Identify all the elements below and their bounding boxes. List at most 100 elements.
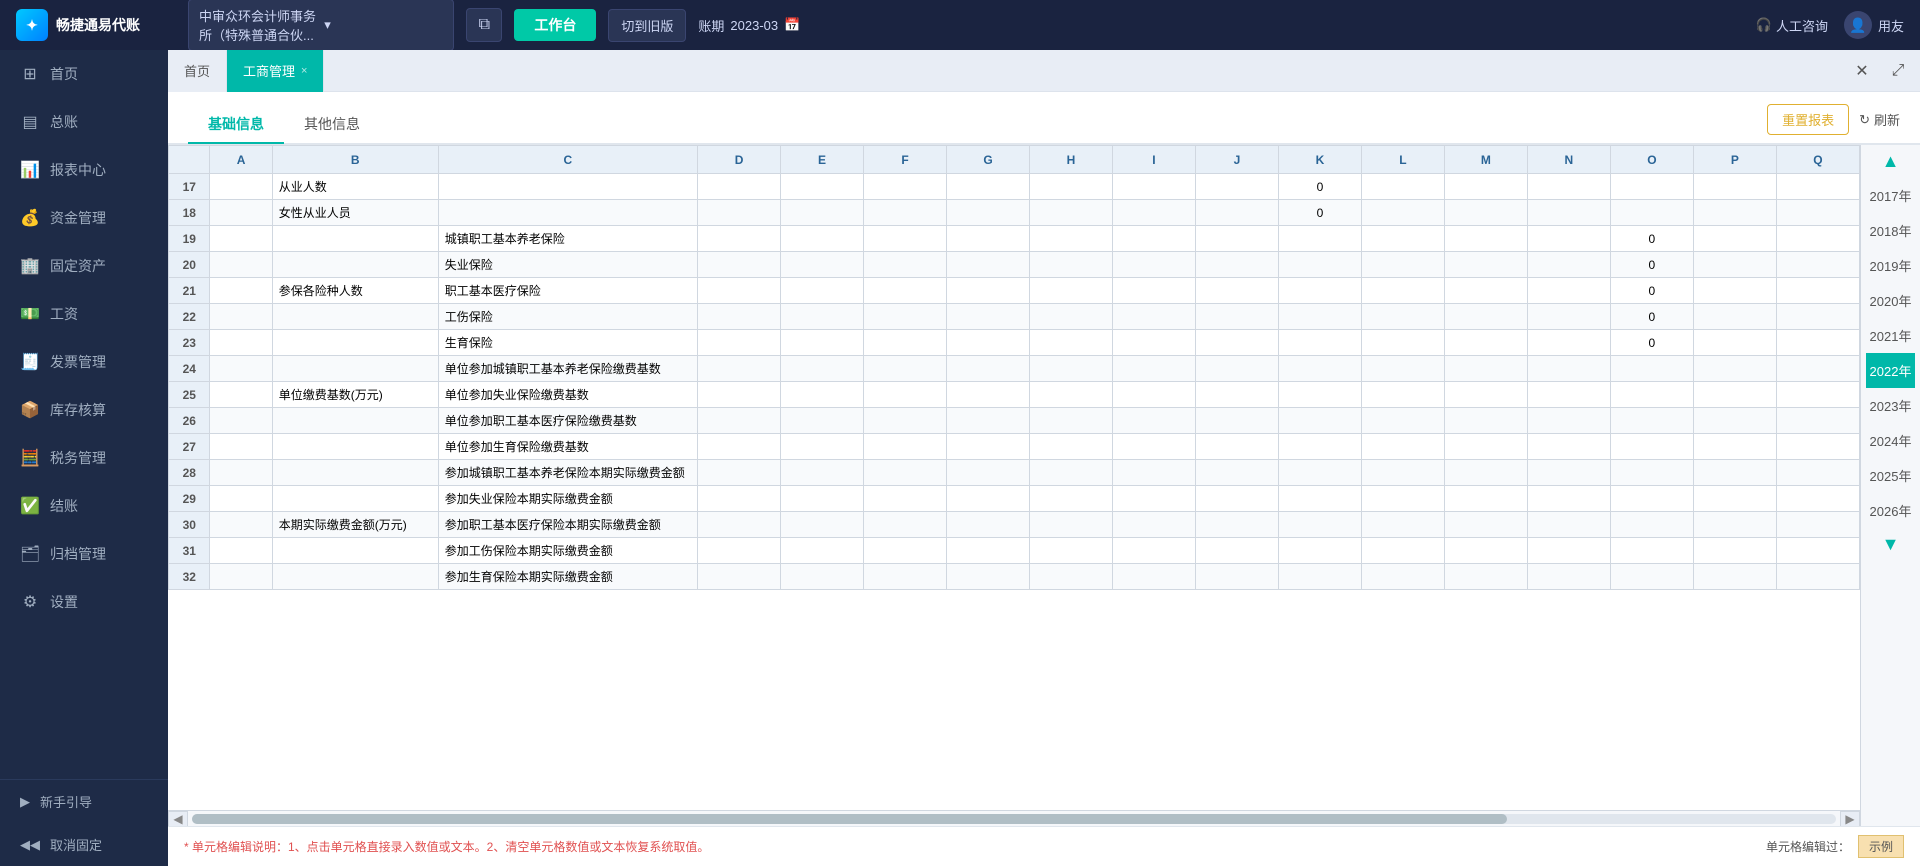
cell-20-C[interactable]: 失业保险 xyxy=(438,252,697,278)
cell-23-K[interactable] xyxy=(1278,330,1361,356)
cell-30-K[interactable] xyxy=(1278,512,1361,538)
cell-23-G[interactable] xyxy=(947,330,1030,356)
cell-28-A[interactable] xyxy=(210,460,272,486)
sidebar-item-closing[interactable]: ✅ 结账 xyxy=(0,482,168,530)
cell-23-E[interactable] xyxy=(781,330,864,356)
cell-22-M[interactable] xyxy=(1444,304,1527,330)
sidebar-item-ledger[interactable]: ▤ 总账 xyxy=(0,98,168,146)
cell-17-I[interactable] xyxy=(1112,174,1195,200)
cell-30-B[interactable]: 本期实际缴费金额(万元) xyxy=(272,512,438,538)
cell-23-A[interactable] xyxy=(210,330,272,356)
cell-24-P[interactable] xyxy=(1693,356,1776,382)
cell-23-I[interactable] xyxy=(1112,330,1195,356)
cell-23-L[interactable] xyxy=(1361,330,1444,356)
cell-19-P[interactable] xyxy=(1693,226,1776,252)
cell-30-G[interactable] xyxy=(947,512,1030,538)
cell-31-I[interactable] xyxy=(1112,538,1195,564)
cell-30-M[interactable] xyxy=(1444,512,1527,538)
cell-30-E[interactable] xyxy=(781,512,864,538)
cell-20-H[interactable] xyxy=(1029,252,1112,278)
cell-26-F[interactable] xyxy=(864,408,947,434)
cell-22-P[interactable] xyxy=(1693,304,1776,330)
cell-31-B[interactable] xyxy=(272,538,438,564)
cell-25-B[interactable]: 单位缴费基数(万元) xyxy=(272,382,438,408)
cell-24-Q[interactable] xyxy=(1776,356,1859,382)
cell-17-F[interactable] xyxy=(864,174,947,200)
cell-18-G[interactable] xyxy=(947,200,1030,226)
cell-31-M[interactable] xyxy=(1444,538,1527,564)
cell-20-P[interactable] xyxy=(1693,252,1776,278)
cell-28-E[interactable] xyxy=(781,460,864,486)
cell-19-H[interactable] xyxy=(1029,226,1112,252)
consult-button[interactable]: 🎧 人工咨询 xyxy=(1756,16,1828,35)
cell-21-D[interactable] xyxy=(698,278,781,304)
cell-25-F[interactable] xyxy=(864,382,947,408)
cell-22-F[interactable] xyxy=(864,304,947,330)
cell-31-N[interactable] xyxy=(1527,538,1610,564)
cell-32-G[interactable] xyxy=(947,564,1030,590)
cell-26-B[interactable] xyxy=(272,408,438,434)
cell-26-N[interactable] xyxy=(1527,408,1610,434)
scroll-track[interactable] xyxy=(192,814,1836,824)
cell-28-Q[interactable] xyxy=(1776,460,1859,486)
cell-25-J[interactable] xyxy=(1195,382,1278,408)
cell-24-H[interactable] xyxy=(1029,356,1112,382)
cell-23-O[interactable]: 0 xyxy=(1610,330,1693,356)
cell-31-Q[interactable] xyxy=(1776,538,1859,564)
cell-25-G[interactable] xyxy=(947,382,1030,408)
cell-21-B[interactable]: 参保各险种人数 xyxy=(272,278,438,304)
cell-18-A[interactable] xyxy=(210,200,272,226)
cell-18-P[interactable] xyxy=(1693,200,1776,226)
cell-19-N[interactable] xyxy=(1527,226,1610,252)
close-window-button[interactable]: ✕ xyxy=(1848,57,1876,85)
sidebar-item-settings[interactable]: ⚙ 设置 xyxy=(0,578,168,626)
cell-30-C[interactable]: 参加职工基本医疗保险本期实际缴费金额 xyxy=(438,512,697,538)
cell-26-Q[interactable] xyxy=(1776,408,1859,434)
cell-29-J[interactable] xyxy=(1195,486,1278,512)
cell-20-A[interactable] xyxy=(210,252,272,278)
cell-27-F[interactable] xyxy=(864,434,947,460)
cell-27-B[interactable] xyxy=(272,434,438,460)
cell-18-C[interactable] xyxy=(438,200,697,226)
cell-32-F[interactable] xyxy=(864,564,947,590)
cell-22-E[interactable] xyxy=(781,304,864,330)
cell-27-I[interactable] xyxy=(1112,434,1195,460)
cell-32-O[interactable] xyxy=(1610,564,1693,590)
cell-25-L[interactable] xyxy=(1361,382,1444,408)
year-panel-down[interactable]: ▼ xyxy=(1861,528,1920,561)
cell-29-K[interactable] xyxy=(1278,486,1361,512)
cell-20-L[interactable] xyxy=(1361,252,1444,278)
cell-18-L[interactable] xyxy=(1361,200,1444,226)
cell-20-G[interactable] xyxy=(947,252,1030,278)
cell-20-D[interactable] xyxy=(698,252,781,278)
cell-18-I[interactable] xyxy=(1112,200,1195,226)
cell-31-K[interactable] xyxy=(1278,538,1361,564)
cell-22-Q[interactable] xyxy=(1776,304,1859,330)
cell-24-D[interactable] xyxy=(698,356,781,382)
cell-29-D[interactable] xyxy=(698,486,781,512)
cell-24-B[interactable] xyxy=(272,356,438,382)
cell-28-B[interactable] xyxy=(272,460,438,486)
cell-32-B[interactable] xyxy=(272,564,438,590)
cell-22-J[interactable] xyxy=(1195,304,1278,330)
cell-32-C[interactable]: 参加生育保险本期实际缴费金额 xyxy=(438,564,697,590)
cell-23-J[interactable] xyxy=(1195,330,1278,356)
cell-20-K[interactable] xyxy=(1278,252,1361,278)
cell-28-P[interactable] xyxy=(1693,460,1776,486)
cell-24-E[interactable] xyxy=(781,356,864,382)
sub-tab-other[interactable]: 其他信息 xyxy=(284,106,380,144)
cell-23-D[interactable] xyxy=(698,330,781,356)
cell-18-Q[interactable] xyxy=(1776,200,1859,226)
cell-27-A[interactable] xyxy=(210,434,272,460)
cell-24-A[interactable] xyxy=(210,356,272,382)
cell-27-K[interactable] xyxy=(1278,434,1361,460)
cell-19-J[interactable] xyxy=(1195,226,1278,252)
cell-21-K[interactable] xyxy=(1278,278,1361,304)
cell-18-K[interactable]: 0 xyxy=(1278,200,1361,226)
cell-22-B[interactable] xyxy=(272,304,438,330)
cell-19-I[interactable] xyxy=(1112,226,1195,252)
cell-28-K[interactable] xyxy=(1278,460,1361,486)
cell-28-I[interactable] xyxy=(1112,460,1195,486)
cell-28-M[interactable] xyxy=(1444,460,1527,486)
cell-22-N[interactable] xyxy=(1527,304,1610,330)
